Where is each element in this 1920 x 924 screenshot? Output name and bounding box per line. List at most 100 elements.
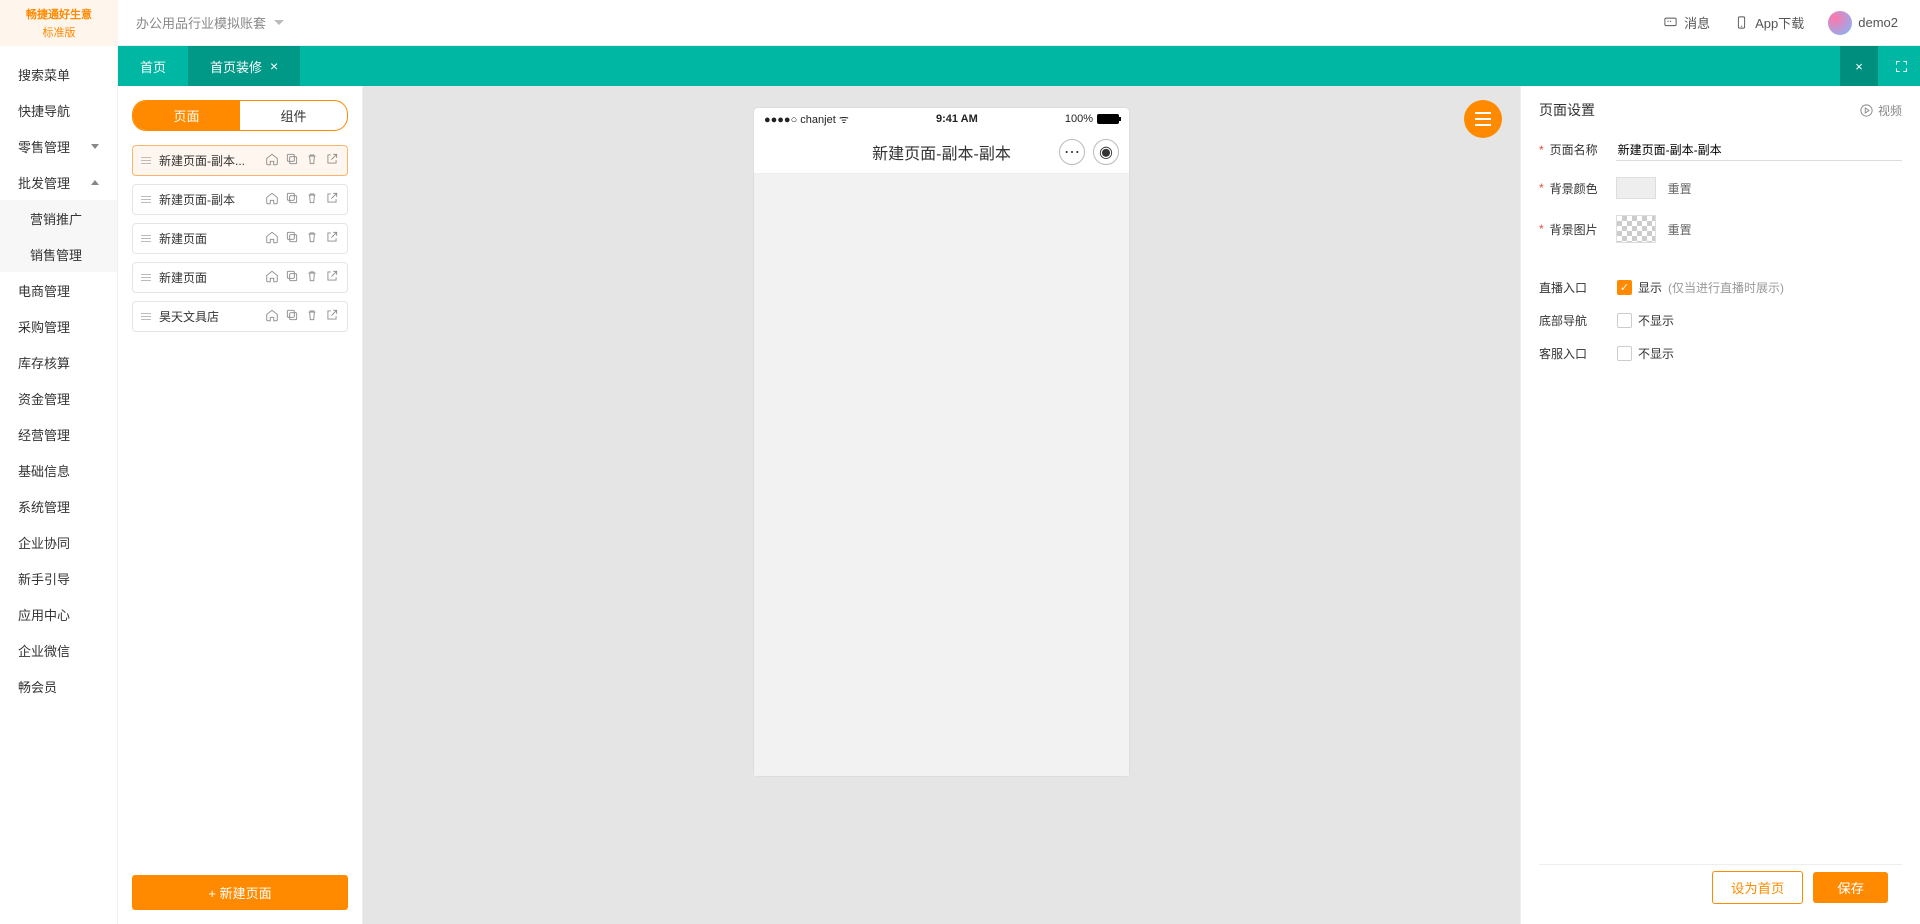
bg-color-swatch[interactable] bbox=[1616, 177, 1656, 199]
drag-handle-icon[interactable] bbox=[141, 313, 151, 320]
main: 首页 首页装修 × × 页面 组件 新建页面-副本...新建页面-副本新建页面新… bbox=[118, 46, 1920, 924]
delete-icon[interactable] bbox=[305, 191, 319, 208]
sidebar-item-wholesale[interactable]: 批发管理 bbox=[0, 164, 117, 200]
sidebar-sub-sales[interactable]: 销售管理 bbox=[0, 236, 117, 272]
messages-button[interactable]: 消息 bbox=[1663, 13, 1710, 32]
home-icon[interactable] bbox=[265, 269, 279, 286]
tab-home[interactable]: 首页 bbox=[118, 46, 188, 86]
page-name-input[interactable] bbox=[1616, 138, 1902, 161]
home-icon[interactable] bbox=[265, 152, 279, 169]
bg-image-swatch[interactable] bbox=[1616, 215, 1656, 243]
phone-body[interactable] bbox=[754, 174, 1129, 776]
page-list-item[interactable]: 新建页面-副本 bbox=[132, 184, 348, 215]
sidebar-item-ecommerce[interactable]: 电商管理 bbox=[0, 272, 117, 308]
sidebar-item-member[interactable]: 畅会员 bbox=[0, 668, 117, 704]
page-item-name: 新建页面 bbox=[159, 230, 257, 247]
messages-label: 消息 bbox=[1684, 13, 1710, 32]
delete-icon[interactable] bbox=[305, 230, 319, 247]
delete-icon[interactable] bbox=[305, 269, 319, 286]
delete-icon[interactable] bbox=[305, 152, 319, 169]
drag-handle-icon[interactable] bbox=[141, 235, 151, 242]
phone-icon bbox=[1734, 15, 1749, 30]
page-list-item[interactable]: 昊天文具店 bbox=[132, 301, 348, 332]
segment-page[interactable]: 页面 bbox=[133, 101, 240, 130]
page-item-name: 昊天文具店 bbox=[159, 308, 257, 325]
chevron-down-icon bbox=[274, 20, 284, 25]
brand-edition: 标准版 bbox=[43, 24, 76, 40]
sidebar-item-purchase[interactable]: 采购管理 bbox=[0, 308, 117, 344]
save-button[interactable]: 保存 bbox=[1813, 872, 1888, 903]
top-actions: 消息 App下载 demo2 bbox=[1663, 11, 1898, 35]
more-icon[interactable]: ⋯ bbox=[1059, 139, 1085, 165]
home-icon[interactable] bbox=[265, 308, 279, 325]
copy-icon[interactable] bbox=[285, 152, 299, 169]
sidebar-item-wechat[interactable]: 企业微信 bbox=[0, 632, 117, 668]
new-page-button[interactable]: + 新建页面 bbox=[132, 875, 348, 910]
reset-bg-color[interactable]: 重置 bbox=[1668, 180, 1692, 197]
sidebar-item-retail[interactable]: 零售管理 bbox=[0, 128, 117, 164]
toggle-panel-button[interactable] bbox=[1464, 100, 1502, 138]
service-checkbox[interactable] bbox=[1617, 346, 1632, 361]
play-icon bbox=[1859, 103, 1874, 118]
page-settings-panel: 页面设置 视频 * 页面名称 * 背景颜色 重置 bbox=[1520, 86, 1920, 924]
home-icon[interactable] bbox=[265, 191, 279, 208]
drag-handle-icon[interactable] bbox=[141, 196, 151, 203]
copy-icon[interactable] bbox=[285, 308, 299, 325]
sidebar-item-operation[interactable]: 经营管理 bbox=[0, 416, 117, 452]
phone-statusbar: ●●●●○ chanjet ᯤ 9:41 AM 100% bbox=[754, 108, 1129, 130]
external-icon[interactable] bbox=[325, 269, 339, 286]
brand-logo: 畅捷通好生意 标准版 bbox=[0, 0, 118, 46]
copy-icon[interactable] bbox=[285, 269, 299, 286]
sidebar-sub-marketing[interactable]: 营销推广 bbox=[0, 200, 117, 236]
chevron-down-icon bbox=[91, 144, 99, 149]
app-download-button[interactable]: App下载 bbox=[1734, 13, 1804, 32]
row-bg-color: * 背景颜色 重置 bbox=[1539, 177, 1902, 199]
page-list-item[interactable]: 新建页面 bbox=[132, 223, 348, 254]
sidebar-item-finance[interactable]: 资金管理 bbox=[0, 380, 117, 416]
sidebar-item-inventory[interactable]: 库存核算 bbox=[0, 344, 117, 380]
segment-component[interactable]: 组件 bbox=[240, 101, 347, 130]
sidebar-item-system[interactable]: 系统管理 bbox=[0, 488, 117, 524]
brand-name: 畅捷通好生意 bbox=[26, 6, 92, 22]
sidebar-item-guide[interactable]: 新手引导 bbox=[0, 560, 117, 596]
app-download-label: App下载 bbox=[1755, 13, 1804, 32]
bottomnav-checkbox[interactable] bbox=[1617, 313, 1632, 328]
user-menu[interactable]: demo2 bbox=[1828, 11, 1898, 35]
sidebar-item-search[interactable]: 搜索菜单 bbox=[0, 56, 117, 92]
tab-page-editor[interactable]: 首页装修 × bbox=[188, 46, 300, 86]
set-home-button[interactable]: 设为首页 bbox=[1712, 871, 1803, 904]
page-list-item[interactable]: 新建页面-副本... bbox=[132, 145, 348, 176]
row-page-name: * 页面名称 bbox=[1539, 138, 1902, 161]
panel-footer: 设为首页 保存 bbox=[1539, 864, 1902, 910]
panel-title: 页面设置 bbox=[1539, 100, 1595, 120]
user-name: demo2 bbox=[1858, 15, 1898, 30]
delete-icon[interactable] bbox=[305, 308, 319, 325]
sidebar-item-appcenter[interactable]: 应用中心 bbox=[0, 596, 117, 632]
row-bg-image: * 背景图片 重置 bbox=[1539, 215, 1902, 243]
drag-handle-icon[interactable] bbox=[141, 157, 151, 164]
external-icon[interactable] bbox=[325, 152, 339, 169]
message-icon bbox=[1663, 15, 1678, 30]
external-icon[interactable] bbox=[325, 191, 339, 208]
live-checkbox[interactable] bbox=[1617, 280, 1632, 295]
sidebar-item-baseinfo[interactable]: 基础信息 bbox=[0, 452, 117, 488]
page-list-item[interactable]: 新建页面 bbox=[132, 262, 348, 293]
tab-close-all-button[interactable]: × bbox=[1840, 46, 1878, 86]
home-icon[interactable] bbox=[265, 230, 279, 247]
reset-bg-image[interactable]: 重置 bbox=[1668, 221, 1692, 238]
page-item-name: 新建页面-副本... bbox=[159, 152, 257, 169]
video-link[interactable]: 视频 bbox=[1859, 102, 1902, 119]
copy-icon[interactable] bbox=[285, 191, 299, 208]
chevron-up-icon bbox=[91, 180, 99, 185]
external-icon[interactable] bbox=[325, 308, 339, 325]
sidebar-item-collab[interactable]: 企业协同 bbox=[0, 524, 117, 560]
fullscreen-button[interactable] bbox=[1882, 46, 1920, 86]
account-dropdown[interactable]: 办公用品行业模拟账套 bbox=[136, 13, 284, 32]
copy-icon[interactable] bbox=[285, 230, 299, 247]
page-list-panel: 页面 组件 新建页面-副本...新建页面-副本新建页面新建页面昊天文具店 + 新… bbox=[118, 86, 363, 924]
close-icon[interactable]: × bbox=[270, 58, 278, 74]
external-icon[interactable] bbox=[325, 230, 339, 247]
target-icon[interactable]: ◉ bbox=[1093, 139, 1119, 165]
drag-handle-icon[interactable] bbox=[141, 274, 151, 281]
sidebar-item-quicknav[interactable]: 快捷导航 bbox=[0, 92, 117, 128]
